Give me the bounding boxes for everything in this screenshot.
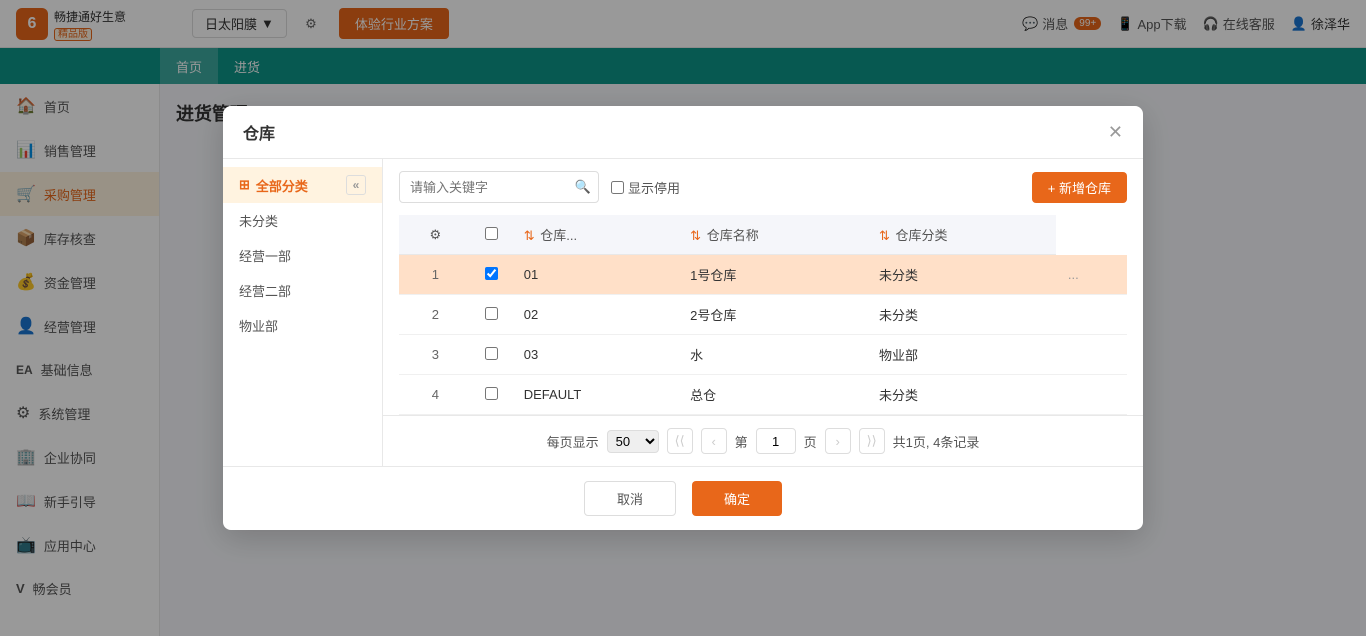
- table-toolbar: 🔍 显示停用 + 新增仓库: [383, 159, 1143, 215]
- row-ellipsis-0[interactable]: ...: [1056, 255, 1127, 295]
- modal-body: ⊞ 全部分类 « 未分类 经营一部 经营二部 物业部: [223, 159, 1143, 466]
- page-size-select[interactable]: 50 10 20 100: [607, 430, 659, 453]
- col-checkbox: [472, 215, 512, 255]
- data-table: ⚙ ⇅ 仓库... ⇅ 仓库名称: [383, 215, 1143, 415]
- page-number-input[interactable]: [756, 428, 796, 454]
- col-settings: ⚙: [399, 215, 472, 255]
- sort-icon-category: ⇅: [879, 228, 890, 243]
- table-row[interactable]: 2 02 2号仓库 未分类: [399, 295, 1127, 335]
- page-unit: 页: [804, 432, 817, 451]
- col-code: ⇅ 仓库...: [512, 215, 678, 255]
- row-code-0: 01: [512, 255, 678, 295]
- modal-close-button[interactable]: ✕: [1108, 123, 1123, 141]
- category-item-property[interactable]: 物业部: [223, 308, 382, 343]
- prev-page-button[interactable]: ‹: [701, 428, 727, 454]
- row-category-2: 物业部: [867, 335, 1056, 375]
- add-warehouse-button[interactable]: + 新增仓库: [1032, 172, 1127, 203]
- modal-title: 仓库: [243, 120, 275, 144]
- table-panel: 🔍 显示停用 + 新增仓库 ⚙: [383, 159, 1143, 466]
- row-num-2: 3: [399, 335, 472, 375]
- row-num-1: 2: [399, 295, 472, 335]
- pagination: 每页显示 50 10 20 100 ⟨⟨ ‹ 第 页 › ⟩⟩ 共1页, 4条记…: [383, 415, 1143, 466]
- warehouse-modal: 仓库 ✕ ⊞ 全部分类 « 未分类 经营一部 经营二部: [223, 106, 1143, 530]
- category-panel: ⊞ 全部分类 « 未分类 经营一部 经营二部 物业部: [223, 159, 383, 466]
- row-category-3: 未分类: [867, 375, 1056, 415]
- row-category-1: 未分类: [867, 295, 1056, 335]
- warehouse-table: ⚙ ⇅ 仓库... ⇅ 仓库名称: [399, 215, 1127, 415]
- col-name: ⇅ 仓库名称: [678, 215, 867, 255]
- modal-header: 仓库 ✕: [223, 106, 1143, 159]
- search-input[interactable]: [399, 171, 599, 203]
- row-name-2: 水: [678, 335, 867, 375]
- row-name-0: 1号仓库: [678, 255, 867, 295]
- row-name-1: 2号仓库: [678, 295, 867, 335]
- last-page-button[interactable]: ⟩⟩: [859, 428, 885, 454]
- category-all[interactable]: ⊞ 全部分类 «: [223, 167, 382, 203]
- total-info: 共1页, 4条记录: [893, 432, 980, 451]
- row-code-2: 03: [512, 335, 678, 375]
- table-header-row: ⚙ ⇅ 仓库... ⇅ 仓库名称: [399, 215, 1127, 255]
- show-disabled-checkbox[interactable]: [611, 181, 624, 194]
- collapse-button[interactable]: «: [346, 175, 366, 195]
- sort-icon-name: ⇅: [690, 228, 701, 243]
- first-page-button[interactable]: ⟨⟨: [667, 428, 693, 454]
- table-row[interactable]: 4 DEFAULT 总仓 未分类: [399, 375, 1127, 415]
- cancel-button[interactable]: 取消: [584, 481, 676, 516]
- category-item-dept2[interactable]: 经营二部: [223, 273, 382, 308]
- page-label: 第: [735, 432, 748, 451]
- modal-footer: 取消 确定: [223, 466, 1143, 530]
- grid-icon: ⊞: [239, 177, 250, 193]
- table-body: 1 01 1号仓库 未分类 ... 2 02 2号仓库 未分类 3 03 水 物…: [399, 255, 1127, 415]
- modal-overlay[interactable]: 仓库 ✕ ⊞ 全部分类 « 未分类 经营一部 经营二部: [0, 0, 1366, 636]
- row-checkbox-2[interactable]: [472, 335, 512, 375]
- category-all-label: 全部分类: [256, 176, 308, 195]
- page-size-label: 每页显示: [547, 432, 599, 451]
- row-code-3: DEFAULT: [512, 375, 678, 415]
- col-category: ⇅ 仓库分类: [867, 215, 1056, 255]
- row-name-3: 总仓: [678, 375, 867, 415]
- row-code-1: 02: [512, 295, 678, 335]
- row-num-3: 4: [399, 375, 472, 415]
- search-input-wrap: 🔍: [399, 171, 599, 203]
- sort-icon-code: ⇅: [524, 228, 535, 243]
- confirm-button[interactable]: 确定: [692, 481, 782, 516]
- category-item-dept1[interactable]: 经营一部: [223, 238, 382, 273]
- table-row[interactable]: 3 03 水 物业部: [399, 335, 1127, 375]
- row-checkbox-3[interactable]: [472, 375, 512, 415]
- next-page-button[interactable]: ›: [825, 428, 851, 454]
- row-num-0: 1: [399, 255, 472, 295]
- category-item-unclassified[interactable]: 未分类: [223, 203, 382, 238]
- search-icon[interactable]: 🔍: [575, 179, 591, 195]
- row-category-0: 未分类: [867, 255, 1056, 295]
- show-disabled-label[interactable]: 显示停用: [611, 178, 680, 197]
- row-checkbox-0[interactable]: [472, 255, 512, 295]
- table-row[interactable]: 1 01 1号仓库 未分类 ...: [399, 255, 1127, 295]
- row-checkbox-1[interactable]: [472, 295, 512, 335]
- select-all-checkbox[interactable]: [485, 227, 498, 240]
